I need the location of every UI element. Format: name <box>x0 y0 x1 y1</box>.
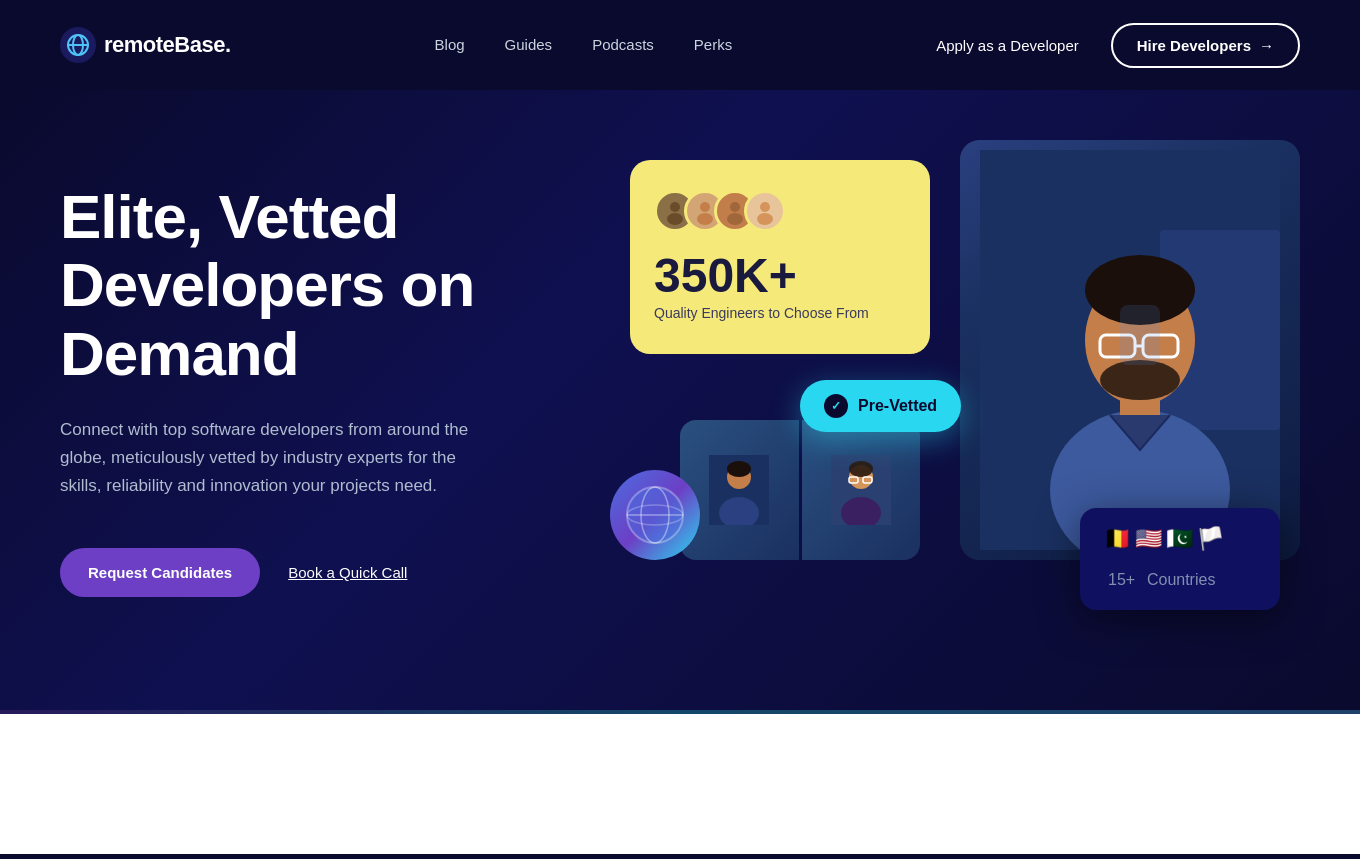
nav-blog[interactable]: Blog <box>435 36 465 53</box>
prevetted-badge: ✓ Pre-Vetted <box>800 380 961 432</box>
hero-section: Elite, Vetted Developers on Demand Conne… <box>0 90 1360 710</box>
check-icon: ✓ <box>824 394 848 418</box>
stats-card: 350K+ Quality Engineers to Choose From <box>630 160 930 354</box>
svg-point-9 <box>727 213 743 225</box>
stat-label: Quality Engineers to Choose From <box>654 304 906 324</box>
arrow-right-icon: → <box>1259 37 1274 54</box>
flag-usa: 🇺🇸 <box>1135 526 1162 552</box>
svg-point-6 <box>700 202 710 212</box>
logo[interactable]: remoteBase. <box>60 27 231 63</box>
hero-title: Elite, Vetted Developers on Demand <box>60 183 560 388</box>
request-candidates-button[interactable]: Request Candidates <box>60 548 260 597</box>
svg-point-30 <box>727 461 751 477</box>
stat-number: 350K+ <box>654 252 906 300</box>
nav-guides[interactable]: Guides <box>505 36 553 53</box>
team-photo-2 <box>802 420 921 560</box>
book-quick-call-link[interactable]: Book a Quick Call <box>288 564 407 581</box>
hero-divider <box>0 710 1360 714</box>
svg-point-18 <box>1100 360 1180 400</box>
logo-text: remoteBase. <box>104 32 231 58</box>
hero-left: Elite, Vetted Developers on Demand Conne… <box>60 183 560 597</box>
svg-point-7 <box>697 213 713 225</box>
developer-photo-card <box>960 140 1300 560</box>
nav-perks[interactable]: Perks <box>694 36 732 53</box>
svg-point-5 <box>667 213 683 225</box>
svg-point-34 <box>849 461 873 477</box>
apply-developer-link[interactable]: Apply as a Developer <box>936 37 1079 54</box>
svg-point-8 <box>730 202 740 212</box>
countries-stat: 15+ Countries <box>1104 560 1256 592</box>
navbar: remoteBase. Blog Guides Podcasts Perks A… <box>0 0 1360 90</box>
hire-developers-button[interactable]: Hire Developers → <box>1111 23 1300 68</box>
globe-icon <box>610 470 700 560</box>
svg-point-11 <box>757 213 773 225</box>
nav-right: Apply as a Developer Hire Developers → <box>936 23 1300 68</box>
bottom-section <box>0 714 1360 854</box>
flag-other: 🏳️ <box>1197 526 1224 552</box>
hero-subtitle: Connect with top software developers fro… <box>60 416 480 500</box>
nav-links: Blog Guides Podcasts Perks <box>435 36 733 54</box>
nav-podcasts[interactable]: Podcasts <box>592 36 654 53</box>
flag-pakistan: 🇵🇰 <box>1166 526 1193 552</box>
prevetted-label: Pre-Vetted <box>858 397 937 415</box>
hero-actions: Request Candidates Book a Quick Call <box>60 548 560 597</box>
svg-rect-22 <box>1120 305 1160 365</box>
countries-badge: 🇧🇪 🇺🇸 🇵🇰 🏳️ 15+ Countries <box>1080 508 1280 610</box>
team-collage <box>680 420 920 560</box>
svg-point-4 <box>670 202 680 212</box>
svg-point-10 <box>760 202 770 212</box>
flags-row: 🇧🇪 🇺🇸 🇵🇰 🏳️ <box>1104 526 1256 552</box>
flag-belgium: 🇧🇪 <box>1104 526 1131 552</box>
avatar-4 <box>744 190 786 232</box>
developer-image <box>960 140 1300 560</box>
hero-right: 350K+ Quality Engineers to Choose From <box>600 140 1300 640</box>
globe-decoration <box>610 470 700 560</box>
avatars-row <box>654 190 906 232</box>
